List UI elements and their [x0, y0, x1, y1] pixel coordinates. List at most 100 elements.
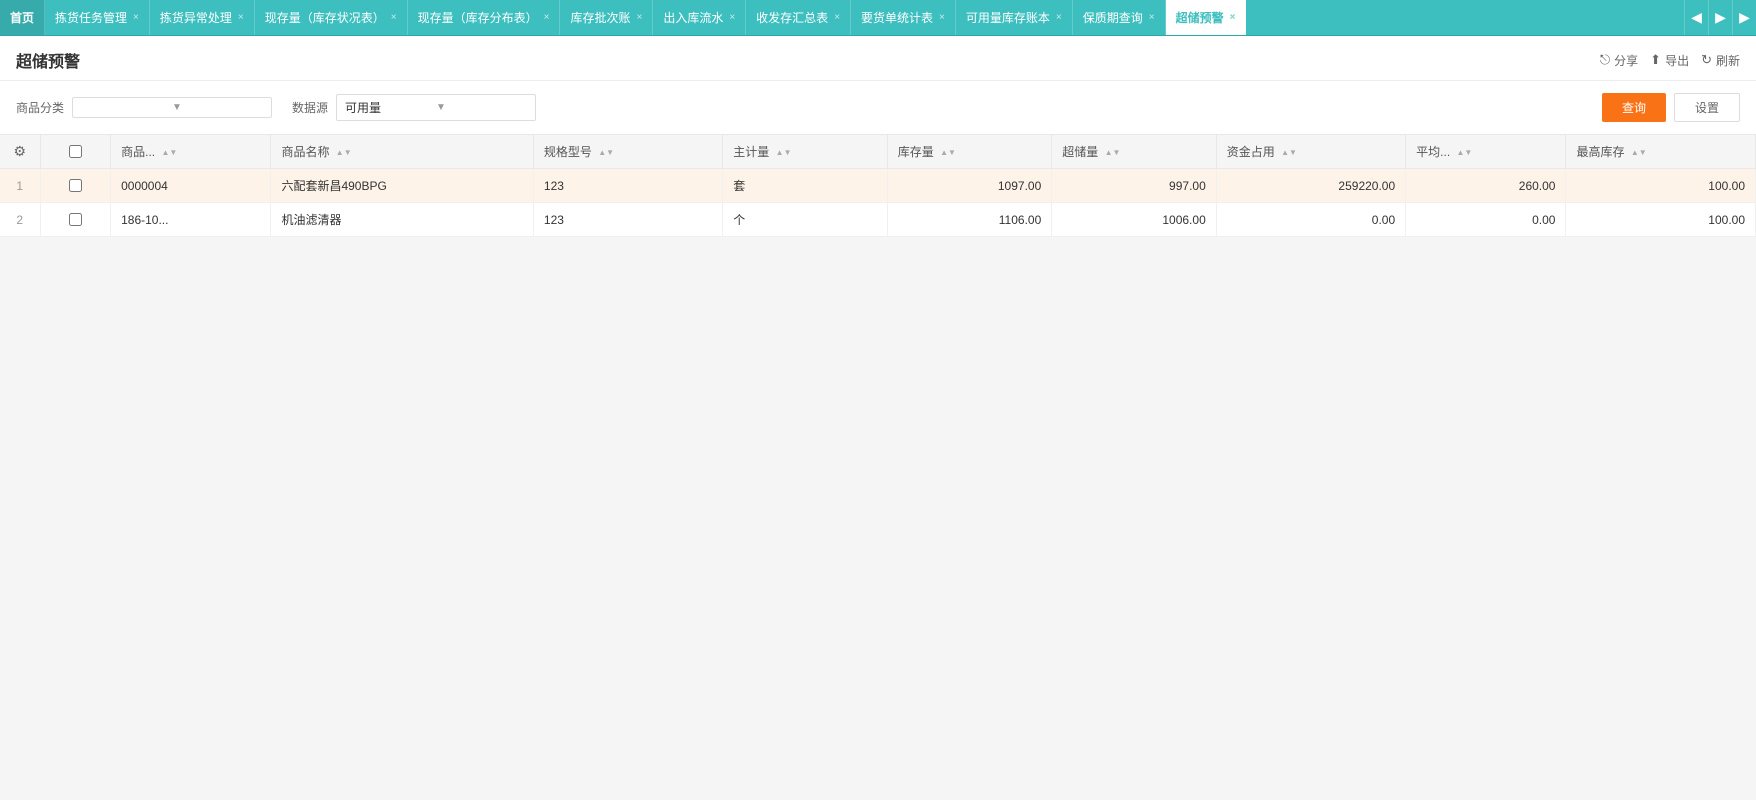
close-icon[interactable]: × — [834, 12, 840, 23]
col-unit[interactable]: 主计量 ▲▼ — [723, 135, 887, 169]
share-button[interactable]: ⎋ 分享 — [1600, 52, 1638, 69]
data-table: ⚙ 商品... ▲▼ 商品名称 ▲▼ — [0, 134, 1756, 237]
row-overstock-qty: 1006.00 — [1052, 203, 1216, 237]
export-button[interactable]: ⬆ 导出 — [1650, 52, 1689, 69]
row-checkbox[interactable] — [69, 179, 82, 192]
row-goods-code: 186-10... — [111, 203, 271, 237]
table-body: 1 0000004 六配套新昌490BPG 123 套 1097.00 997.… — [0, 169, 1756, 237]
nav-stock-batch[interactable]: 库存批次账 × — [560, 0, 653, 36]
row-goods-code: 0000004 — [111, 169, 271, 203]
close-icon[interactable]: × — [238, 12, 244, 23]
row-overstock-qty: 997.00 — [1052, 169, 1216, 203]
data-source-label: 数据源 — [292, 99, 328, 116]
select-all-checkbox[interactable] — [69, 145, 82, 158]
close-icon[interactable]: × — [1056, 12, 1062, 23]
nav-expand-arrow[interactable]: ▶ — [1732, 0, 1756, 36]
sort-icon: ▲▼ — [1457, 148, 1473, 157]
sort-icon: ▲▼ — [336, 148, 352, 157]
row-index: 2 — [0, 203, 40, 237]
export-icon: ⬆ — [1650, 52, 1661, 68]
col-capital-occ[interactable]: 资金占用 ▲▼ — [1216, 135, 1405, 169]
row-max-stock: 100.00 — [1566, 203, 1756, 237]
row-goods-name: 六配套新昌490BPG — [271, 169, 533, 203]
table-container: ⚙ 商品... ▲▼ 商品名称 ▲▼ — [0, 134, 1756, 237]
col-overstock-qty[interactable]: 超储量 ▲▼ — [1052, 135, 1216, 169]
data-source-select[interactable]: 可用量 ▼ — [336, 94, 536, 121]
refresh-icon: ↻ — [1701, 52, 1712, 68]
nav-pick-exception[interactable]: 拣货异常处理 × — [150, 0, 255, 36]
row-max-stock: 100.00 — [1566, 169, 1756, 203]
close-icon[interactable]: × — [133, 12, 139, 23]
row-capital-occ: 259220.00 — [1216, 169, 1405, 203]
row-spec-type: 123 — [533, 169, 722, 203]
col-stock-qty[interactable]: 库存量 ▲▼ — [887, 135, 1051, 169]
page-title: 超储预警 — [16, 48, 80, 72]
goods-category-label: 商品分类 — [16, 99, 64, 116]
table-row: 2 186-10... 机油滤清器 123 个 1106.00 1006.00 … — [0, 203, 1756, 237]
row-unit: 个 — [723, 203, 887, 237]
close-icon[interactable]: × — [1230, 12, 1236, 23]
col-settings[interactable]: ⚙ — [0, 135, 40, 169]
close-icon[interactable]: × — [939, 12, 945, 23]
col-goods-code[interactable]: 商品... ▲▼ — [111, 135, 271, 169]
close-icon[interactable]: × — [1149, 12, 1155, 23]
col-spec-type[interactable]: 规格型号 ▲▼ — [533, 135, 722, 169]
row-index: 1 — [0, 169, 40, 203]
row-spec-type: 123 — [533, 203, 722, 237]
page-header: 超储预警 ⎋ 分享 ⬆ 导出 ↻ 刷新 — [0, 36, 1756, 81]
sort-icon: ▲▼ — [598, 148, 614, 157]
sort-icon: ▲▼ — [1281, 148, 1297, 157]
nav-recv-send[interactable]: 收发存汇总表 × — [746, 0, 851, 36]
chevron-down-icon: ▼ — [436, 102, 527, 113]
refresh-button[interactable]: ↻ 刷新 — [1701, 52, 1740, 69]
row-stock-qty: 1106.00 — [887, 203, 1051, 237]
data-source-value: 可用量 — [345, 99, 436, 116]
sort-icon: ▲▼ — [1105, 148, 1121, 157]
close-icon[interactable]: × — [729, 12, 735, 23]
col-max-stock[interactable]: 最高库存 ▲▼ — [1566, 135, 1756, 169]
chevron-down-icon: ▼ — [172, 102, 263, 113]
filter-buttons: 查询 设置 — [1602, 93, 1740, 122]
top-navigation: 首页 拣货任务管理 × 拣货异常处理 × 现存量（库存状况表） × 现存量（库存… — [0, 0, 1756, 36]
page-container: 超储预警 ⎋ 分享 ⬆ 导出 ↻ 刷新 商品分类 ▼ 数据源 — [0, 36, 1756, 237]
nav-home[interactable]: 首页 — [0, 0, 45, 36]
row-checkbox[interactable] — [69, 213, 82, 226]
row-capital-occ: 0.00 — [1216, 203, 1405, 237]
nav-arrows: ◀ ▶ ▶ — [1684, 0, 1756, 36]
nav-order-stat[interactable]: 要货单统计表 × — [851, 0, 956, 36]
header-actions: ⎋ 分享 ⬆ 导出 ↻ 刷新 — [1600, 52, 1740, 69]
data-source-filter: 数据源 可用量 ▼ — [292, 94, 536, 121]
sort-icon: ▲▼ — [161, 148, 177, 157]
row-goods-name: 机油滤清器 — [271, 203, 533, 237]
query-button[interactable]: 查询 — [1602, 93, 1666, 122]
col-checkbox — [40, 135, 111, 169]
row-stock-qty: 1097.00 — [887, 169, 1051, 203]
row-avg-price: 260.00 — [1406, 169, 1566, 203]
nav-right-arrow[interactable]: ▶ — [1708, 0, 1732, 36]
row-unit: 套 — [723, 169, 887, 203]
table-header-row: ⚙ 商品... ▲▼ 商品名称 ▲▼ — [0, 135, 1756, 169]
settings-button[interactable]: 设置 — [1674, 93, 1740, 122]
nav-left-arrow[interactable]: ◀ — [1684, 0, 1708, 36]
sort-icon: ▲▼ — [776, 148, 792, 157]
nav-shelf-life[interactable]: 保质期查询 × — [1073, 0, 1166, 36]
col-goods-name[interactable]: 商品名称 ▲▼ — [271, 135, 533, 169]
goods-category-filter: 商品分类 ▼ — [16, 97, 272, 118]
close-icon[interactable]: × — [636, 12, 642, 23]
table-row: 1 0000004 六配套新昌490BPG 123 套 1097.00 997.… — [0, 169, 1756, 203]
share-icon: ⎋ — [1600, 52, 1610, 68]
nav-pick-task[interactable]: 拣货任务管理 × — [45, 0, 150, 36]
nav-available-stock[interactable]: 可用量库存账本 × — [956, 0, 1073, 36]
close-icon[interactable]: × — [391, 12, 397, 23]
filter-row: 商品分类 ▼ 数据源 可用量 ▼ 查询 设置 — [0, 81, 1756, 134]
goods-category-select[interactable]: ▼ — [72, 97, 272, 118]
row-checkbox-cell — [40, 169, 111, 203]
nav-inout-flow[interactable]: 出入库流水 × — [653, 0, 746, 36]
nav-stock-status[interactable]: 现存量（库存状况表） × — [255, 0, 408, 36]
col-avg-price[interactable]: 平均... ▲▼ — [1406, 135, 1566, 169]
nav-overstock[interactable]: 超储预警 × — [1166, 0, 1247, 36]
nav-stock-dist[interactable]: 现存量（库存分布表） × — [408, 0, 561, 36]
close-icon[interactable]: × — [544, 12, 550, 23]
gear-icon[interactable]: ⚙ — [13, 143, 26, 160]
row-checkbox-cell — [40, 203, 111, 237]
